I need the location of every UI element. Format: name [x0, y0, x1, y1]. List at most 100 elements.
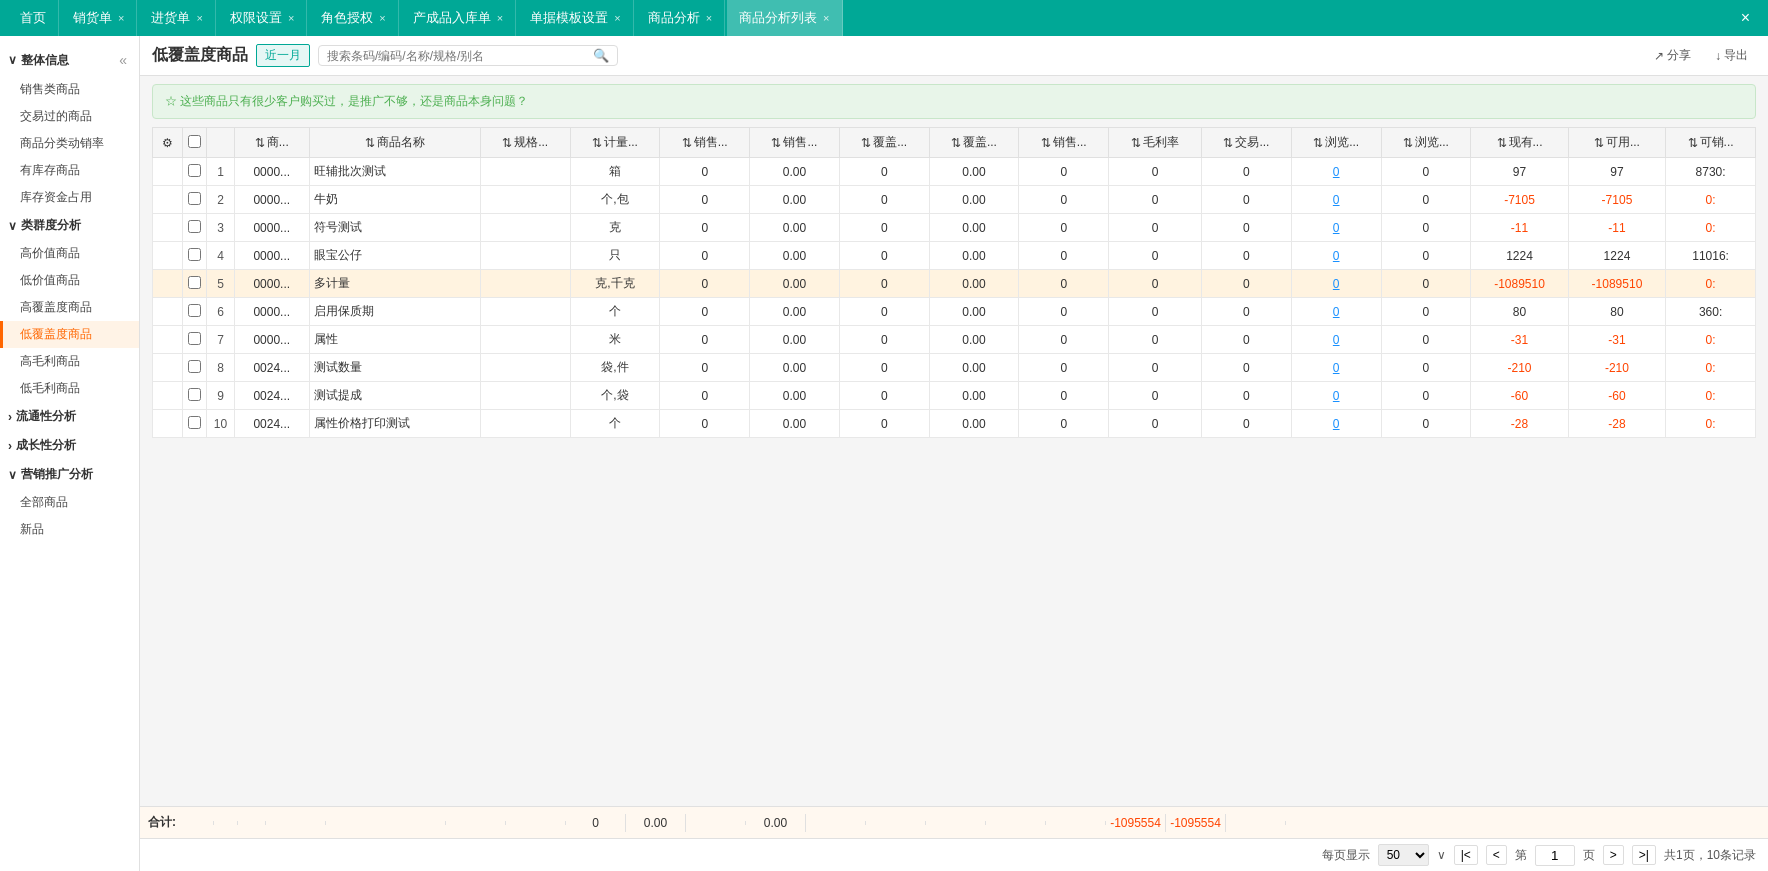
sidebar-item-high-coverage[interactable]: 高覆盖度商品 [0, 294, 139, 321]
sidebar-item-new-goods[interactable]: 新品 [0, 516, 139, 543]
tab-product-instock[interactable]: 产成品入库单 × [401, 0, 516, 36]
page-size-select[interactable]: 50 100 200 [1378, 844, 1429, 866]
close-goods-analysis-list-icon[interactable]: × [823, 12, 829, 24]
row-settings[interactable] [153, 242, 183, 270]
sidebar-collapse-button[interactable]: « [115, 48, 131, 72]
column-sales2[interactable]: ⇅ 销售... [1019, 128, 1109, 158]
row-settings[interactable] [153, 410, 183, 438]
sidebar-item-stock-goods[interactable]: 有库存商品 [0, 157, 139, 184]
column-sellable[interactable]: ⇅ 可销... [1666, 128, 1756, 158]
row-browse1[interactable]: 0 [1291, 270, 1381, 298]
row-browse1[interactable]: 0 [1291, 326, 1381, 354]
row-checkbox[interactable] [183, 270, 207, 298]
column-trade[interactable]: ⇅ 交易... [1202, 128, 1292, 158]
column-browse2[interactable]: ⇅ 浏览... [1381, 128, 1471, 158]
page-number-input[interactable] [1535, 845, 1575, 866]
row-name[interactable]: 属性价格打印测试 [309, 410, 480, 438]
share-button[interactable]: ↗ 分享 [1646, 44, 1699, 67]
column-checkbox-all[interactable] [183, 128, 207, 158]
row-checkbox[interactable] [183, 326, 207, 354]
select-all-checkbox[interactable] [188, 135, 201, 148]
close-sales-order-icon[interactable]: × [118, 12, 124, 24]
row-checkbox[interactable] [183, 186, 207, 214]
row-name[interactable]: 测试数量 [309, 354, 480, 382]
search-input[interactable] [327, 49, 589, 63]
column-cover1[interactable]: ⇅ 覆盖... [839, 128, 929, 158]
row-settings[interactable] [153, 270, 183, 298]
column-cover2[interactable]: ⇅ 覆盖... [929, 128, 1019, 158]
tab-role-auth[interactable]: 角色授权 × [309, 0, 398, 36]
sidebar-item-sales-goods[interactable]: 销售类商品 [0, 76, 139, 103]
row-browse1[interactable]: 0 [1291, 242, 1381, 270]
next-page-button[interactable]: > [1603, 845, 1624, 865]
column-current[interactable]: ⇅ 现有... [1471, 128, 1568, 158]
sidebar-item-all-goods[interactable]: 全部商品 [0, 489, 139, 516]
sidebar-item-high-profit[interactable]: 高毛利商品 [0, 348, 139, 375]
prev-page-button[interactable]: < [1486, 845, 1507, 865]
last-page-button[interactable]: >| [1632, 845, 1656, 865]
column-code[interactable]: ⇅ 商... [235, 128, 310, 158]
tab-purchase-order[interactable]: 进货单 × [139, 0, 215, 36]
sidebar-section-marketing[interactable]: ∨ 营销推广分析 [0, 460, 139, 489]
export-button[interactable]: ↓ 导出 [1707, 44, 1756, 67]
row-settings[interactable] [153, 382, 183, 410]
column-settings-icon[interactable]: ⚙ [153, 128, 183, 158]
row-browse1[interactable]: 0 [1291, 298, 1381, 326]
tab-sales-order[interactable]: 销货单 × [61, 0, 137, 36]
tab-goods-analysis[interactable]: 商品分析 × [636, 0, 725, 36]
sidebar-item-inventory-capital[interactable]: 库存资金占用 [0, 184, 139, 211]
sidebar-section-cluster[interactable]: ∨ 类群度分析 [0, 211, 139, 240]
close-template-settings-icon[interactable]: × [614, 12, 620, 24]
close-goods-analysis-icon[interactable]: × [706, 12, 712, 24]
row-select-checkbox[interactable] [188, 192, 201, 205]
row-browse1[interactable]: 0 [1291, 158, 1381, 186]
tab-home[interactable]: 首页 [8, 0, 59, 36]
row-settings[interactable] [153, 354, 183, 382]
row-name[interactable]: 牛奶 [309, 186, 480, 214]
close-role-auth-icon[interactable]: × [379, 12, 385, 24]
sidebar-item-low-value[interactable]: 低价值商品 [0, 267, 139, 294]
row-select-checkbox[interactable] [188, 304, 201, 317]
row-browse1[interactable]: 0 [1291, 214, 1381, 242]
row-checkbox[interactable] [183, 354, 207, 382]
column-available[interactable]: ⇅ 可用... [1568, 128, 1665, 158]
row-name[interactable]: 旺辅批次测试 [309, 158, 480, 186]
row-checkbox[interactable] [183, 158, 207, 186]
row-checkbox[interactable] [183, 410, 207, 438]
row-select-checkbox[interactable] [188, 332, 201, 345]
row-browse1[interactable]: 0 [1291, 186, 1381, 214]
row-settings[interactable] [153, 298, 183, 326]
row-settings[interactable] [153, 214, 183, 242]
sidebar-section-overall[interactable]: ∨ 整体信息 [8, 52, 69, 69]
row-select-checkbox[interactable] [188, 388, 201, 401]
row-select-checkbox[interactable] [188, 220, 201, 233]
sidebar-section-growth[interactable]: › 成长性分析 [0, 431, 139, 460]
row-name[interactable]: 属性 [309, 326, 480, 354]
column-gross-rate[interactable]: ⇅ 毛利率 [1109, 128, 1202, 158]
row-checkbox[interactable] [183, 382, 207, 410]
row-select-checkbox[interactable] [188, 360, 201, 373]
sidebar-section-flow[interactable]: › 流通性分析 [0, 402, 139, 431]
close-permission-settings-icon[interactable]: × [288, 12, 294, 24]
column-name[interactable]: ⇅ 商品名称 [309, 128, 480, 158]
row-browse1[interactable]: 0 [1291, 382, 1381, 410]
sidebar-item-category-rate[interactable]: 商品分类动销率 [0, 130, 139, 157]
column-spec[interactable]: ⇅ 规格... [480, 128, 570, 158]
sidebar-item-low-coverage[interactable]: 低覆盖度商品 [0, 321, 139, 348]
row-name[interactable]: 眼宝公仔 [309, 242, 480, 270]
row-name[interactable]: 启用保质期 [309, 298, 480, 326]
sidebar-item-low-profit[interactable]: 低毛利商品 [0, 375, 139, 402]
row-browse1[interactable]: 0 [1291, 410, 1381, 438]
column-sales-qty[interactable]: ⇅ 销售... [660, 128, 750, 158]
row-select-checkbox[interactable] [188, 248, 201, 261]
sidebar-item-traded-goods[interactable]: 交易过的商品 [0, 103, 139, 130]
row-name[interactable]: 多计量 [309, 270, 480, 298]
close-purchase-order-icon[interactable]: × [196, 12, 202, 24]
sidebar-item-high-value[interactable]: 高价值商品 [0, 240, 139, 267]
first-page-button[interactable]: |< [1454, 845, 1478, 865]
column-browse1[interactable]: ⇅ 浏览... [1291, 128, 1381, 158]
row-select-checkbox[interactable] [188, 276, 201, 289]
time-filter-button[interactable]: 近一月 [256, 44, 310, 67]
row-name[interactable]: 符号测试 [309, 214, 480, 242]
close-all-button[interactable]: × [1731, 9, 1760, 27]
